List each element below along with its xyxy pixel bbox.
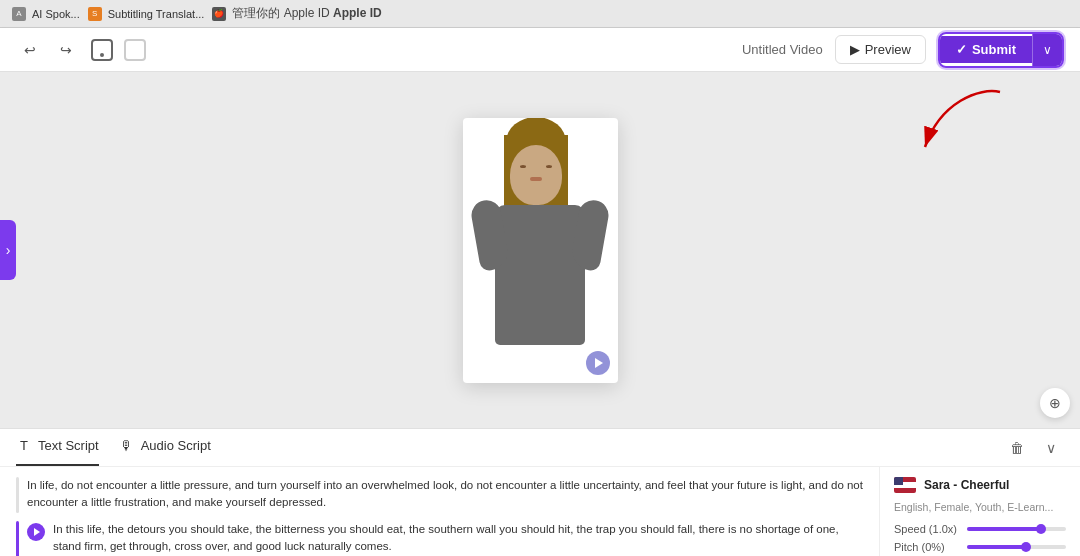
us-flag-icon <box>894 477 916 493</box>
main-area: ⊕ T Text Script 🎙 Audio Script 🗑 ∨ <box>0 72 1080 556</box>
browser-tab-subtitle[interactable]: S Subtitling Translat... <box>88 7 205 21</box>
submit-button-group: ✓ Submit ∨ <box>938 32 1064 68</box>
submit-dropdown-button[interactable]: ∨ <box>1032 34 1062 66</box>
speed-slider-thumb[interactable] <box>1036 524 1046 534</box>
tab-label-subtitle: Subtitling Translat... <box>108 8 205 20</box>
video-frame <box>463 118 618 383</box>
audio-script-label: Audio Script <box>141 438 211 453</box>
tab-text-script[interactable]: T Text Script <box>16 429 99 466</box>
speed-slider-track[interactable] <box>967 527 1066 531</box>
script-line-indicator-1 <box>16 477 19 513</box>
voice-panel: Sara - Cheerful English, Female, Youth, … <box>880 467 1080 556</box>
toolbar-right: Untitled Video ▶ Preview ✓ Submit ∨ <box>742 32 1064 68</box>
submit-label: Submit <box>972 42 1016 57</box>
pitch-slider-thumb[interactable] <box>1021 542 1031 552</box>
toolbar-left: ↩ ↪ <box>16 36 146 64</box>
script-text-area: In life, do not encounter a little press… <box>0 467 880 556</box>
submit-check-icon: ✓ <box>956 42 967 57</box>
tab-label-ai: AI Spok... <box>32 8 80 20</box>
zoom-icon: ⊕ <box>1049 395 1061 411</box>
avatar-head <box>510 145 562 205</box>
delete-script-button[interactable]: 🗑 <box>1004 435 1030 461</box>
play-line-2-button[interactable] <box>27 523 45 541</box>
preview-button[interactable]: ▶ Preview <box>835 35 926 64</box>
video-title: Untitled Video <box>742 42 823 57</box>
tab-audio-script[interactable]: 🎙 Audio Script <box>119 429 211 466</box>
redo-button[interactable]: ↪ <box>52 36 80 64</box>
pitch-slider-track[interactable] <box>967 545 1066 549</box>
mobile-view-button[interactable] <box>88 36 116 64</box>
script-content: In life, do not encounter a little press… <box>0 467 1080 556</box>
script-tabs-right: 🗑 ∨ <box>1004 435 1064 461</box>
speed-slider-fill <box>967 527 1041 531</box>
script-line-1: In life, do not encounter a little press… <box>16 477 863 513</box>
voice-header: Sara - Cheerful <box>894 477 1066 493</box>
canvas-area: ⊕ <box>0 72 1080 428</box>
pitch-slider-fill <box>967 545 1026 549</box>
browser-tab-appleid[interactable]: 🍎 管理你的 Apple ID Apple ID <box>212 5 381 22</box>
extra-view-button[interactable] <box>124 39 146 61</box>
text-script-icon: T <box>16 438 32 454</box>
expand-script-button[interactable]: ∨ <box>1038 435 1064 461</box>
avatar-body <box>495 205 585 345</box>
tab-favicon-ai: A <box>12 7 26 21</box>
tab-favicon-subtitle: S <box>88 7 102 21</box>
browser-tab-ai[interactable]: A AI Spok... <box>12 7 80 21</box>
script-tabs: T Text Script 🎙 Audio Script 🗑 ∨ <box>0 429 1080 467</box>
script-text-2[interactable]: In this life, the detours you should tak… <box>53 521 863 556</box>
browser-bar: A AI Spok... S Subtitling Translat... 🍎 … <box>0 0 1080 28</box>
voice-meta: English, Female, Youth, E-Learn... <box>894 501 1066 513</box>
red-arrow-annotation <box>920 82 1020 162</box>
pitch-label: Pitch (0%) <box>894 541 959 553</box>
pitch-slider-row: Pitch (0%) <box>894 541 1066 553</box>
script-line-2: In this life, the detours you should tak… <box>16 521 863 556</box>
apple-id-label: 管理你的 Apple ID Apple ID <box>232 5 381 22</box>
undo-button[interactable]: ↩ <box>16 36 44 64</box>
toolbar: ↩ ↪ Untitled Video ▶ Preview ✓ Submit ∨ <box>0 28 1080 72</box>
script-line-indicator-2 <box>16 521 19 556</box>
audio-script-icon: 🎙 <box>119 438 135 454</box>
left-panel-toggle[interactable] <box>0 220 16 280</box>
bottom-panel: T Text Script 🎙 Audio Script 🗑 ∨ In life… <box>0 428 1080 556</box>
mobile-icon <box>91 39 113 61</box>
voice-name: Sara - Cheerful <box>924 478 1009 492</box>
preview-play-icon: ▶ <box>850 42 860 57</box>
script-text-1[interactable]: In life, do not encounter a little press… <box>27 477 863 512</box>
preview-label: Preview <box>865 42 911 57</box>
video-play-button[interactable] <box>586 351 610 375</box>
avatar-figure <box>470 125 610 375</box>
tab-favicon-appleid: 🍎 <box>212 7 226 21</box>
speed-slider-row: Speed (1.0x) <box>894 523 1066 535</box>
zoom-button[interactable]: ⊕ <box>1040 388 1070 418</box>
speed-label: Speed (1.0x) <box>894 523 959 535</box>
text-script-label: Text Script <box>38 438 99 453</box>
submit-button[interactable]: ✓ Submit <box>940 36 1032 63</box>
